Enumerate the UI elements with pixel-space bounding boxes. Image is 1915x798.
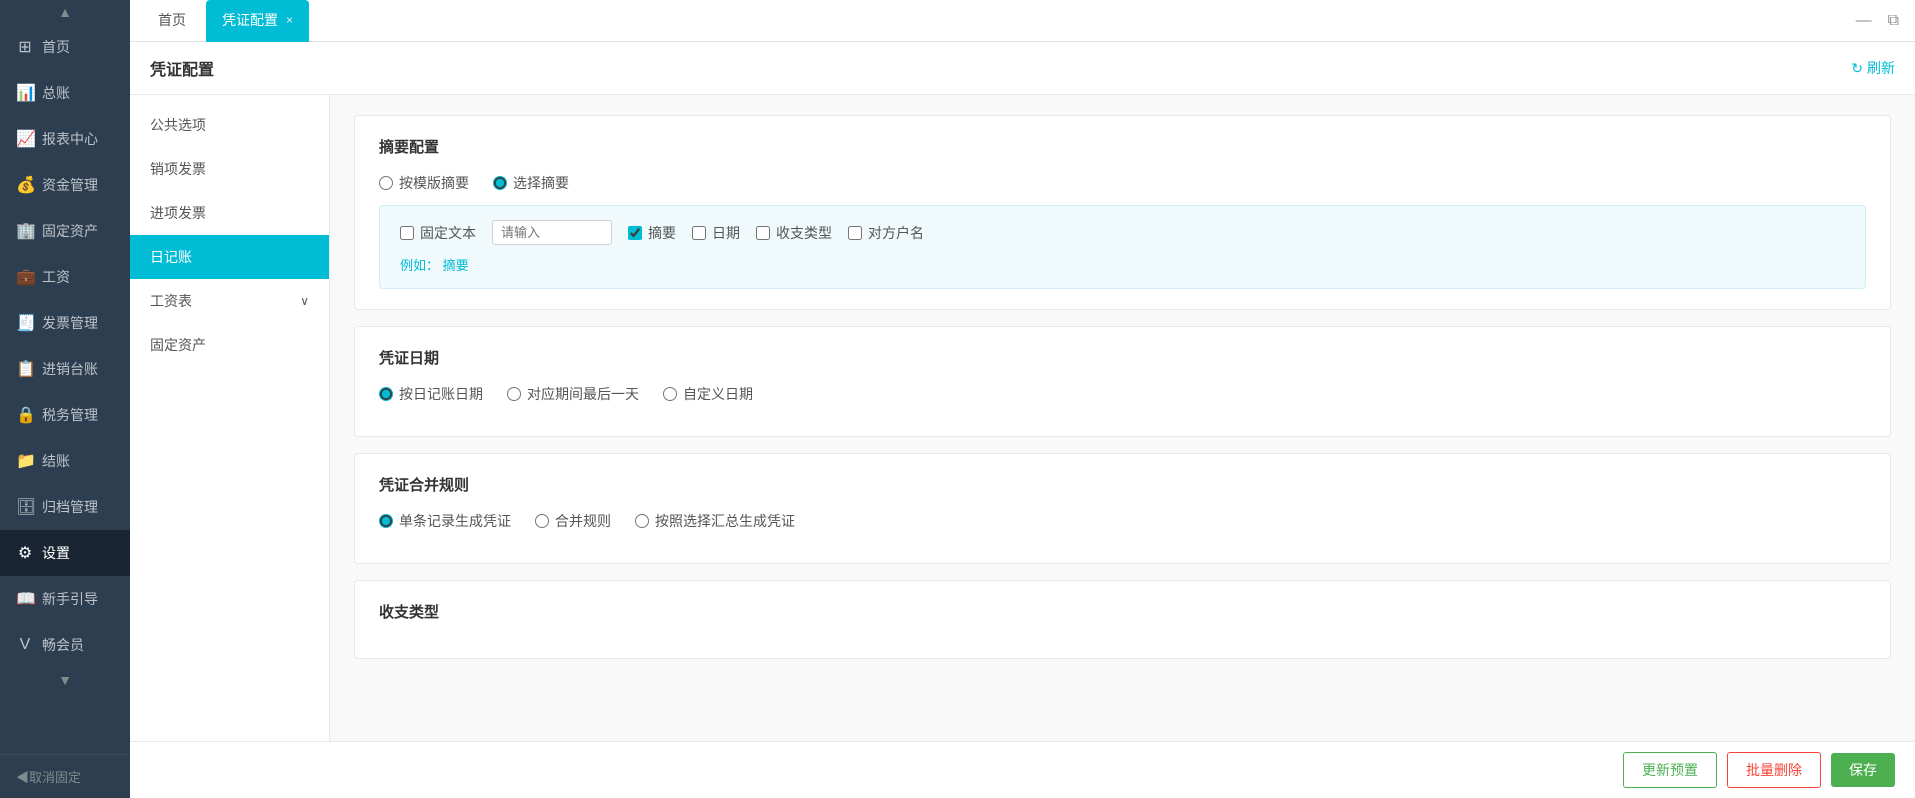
- ledger-icon: 📊: [16, 83, 34, 103]
- left-nav: 公共选项 销项发票 进项发票 日记账 工资表 ∨ 固定资产: [130, 95, 330, 741]
- radio-period-last[interactable]: 对应期间最后一天: [507, 384, 639, 404]
- radio-custom-date-input[interactable]: [663, 387, 677, 401]
- tab-close-icon[interactable]: ×: [286, 13, 293, 27]
- page-title: 凭证配置: [150, 56, 214, 80]
- payroll-icon: 💼: [16, 267, 34, 287]
- radio-select-merge-input[interactable]: [635, 514, 649, 528]
- summary-section-title: 摘要配置: [379, 136, 1866, 157]
- main-area: 首页 凭证配置 × — ⧉ 凭证配置 ↻ 刷新 公共选项 销项发票 进: [130, 0, 1915, 798]
- chevron-down-icon: ∨: [300, 294, 309, 308]
- sidebar-scroll-down[interactable]: ▼: [0, 668, 130, 692]
- sidebar-item-home[interactable]: ⊞ 首页: [0, 24, 130, 70]
- checkbox-summary[interactable]: 摘要: [628, 223, 676, 243]
- checkbox-date[interactable]: 日期: [692, 223, 740, 243]
- sidebar-unpin-button[interactable]: ◀取消固定: [0, 754, 130, 798]
- tab-bar-actions: — ⧉: [1852, 8, 1903, 34]
- tab-bar-minimize-icon[interactable]: —: [1852, 8, 1876, 34]
- merge-section-title: 凭证合并规则: [379, 474, 1866, 495]
- sidebar-item-payroll[interactable]: 💼 工资: [0, 254, 130, 300]
- radio-accounting-date-input[interactable]: [379, 387, 393, 401]
- nav-item-fixed-assets[interactable]: 固定资产: [130, 323, 329, 367]
- fixed-assets-icon: 🏢: [16, 221, 34, 241]
- radio-single[interactable]: 单条记录生成凭证: [379, 511, 511, 531]
- radio-select-summary[interactable]: 选择摘要: [493, 173, 569, 193]
- close-account-icon: 📁: [16, 451, 34, 471]
- date-radio-group: 按日记账日期 对应期间最后一天 自定义日期: [379, 384, 1866, 404]
- sidebar-item-invoice-mgmt[interactable]: 🧾 发票管理: [0, 300, 130, 346]
- sidebar-item-settings[interactable]: ⚙ 设置: [0, 530, 130, 576]
- home-icon: ⊞: [16, 37, 34, 57]
- checkbox-date-input[interactable]: [692, 226, 706, 240]
- save-button[interactable]: 保存: [1831, 753, 1895, 787]
- bottom-bar: 更新预置 批量删除 保存: [130, 741, 1915, 798]
- reports-icon: 📈: [16, 129, 34, 149]
- refresh-button[interactable]: ↻ 刷新: [1851, 58, 1895, 78]
- radio-select-summary-input[interactable]: [493, 176, 507, 190]
- sidebar-item-funds[interactable]: 💰 资金管理: [0, 162, 130, 208]
- sidebar-scroll-up[interactable]: ▲: [0, 0, 130, 24]
- sidebar: ▲ ⊞ 首页 📊 总账 📈 报表中心 💰 资金管理 🏢 固定资产 💼 工资 🧾 …: [0, 0, 130, 798]
- fixed-text-input[interactable]: [492, 220, 612, 245]
- radio-merge[interactable]: 合并规则: [535, 511, 611, 531]
- merge-section: 凭证合并规则 单条记录生成凭证 合并规则 按照选择汇总生成凭证: [354, 453, 1891, 564]
- radio-single-input[interactable]: [379, 514, 393, 528]
- radio-template-summary-input[interactable]: [379, 176, 393, 190]
- nav-item-sales-invoice[interactable]: 销项发票: [130, 147, 329, 191]
- content-body: 公共选项 销项发票 进项发票 日记账 工资表 ∨ 固定资产 摘要配置: [130, 95, 1915, 741]
- tab-voucher-config[interactable]: 凭证配置 ×: [206, 0, 309, 42]
- sidebar-item-purchase-sales[interactable]: 📋 进销台账: [0, 346, 130, 392]
- checkbox-counterpart[interactable]: 对方户名: [848, 223, 924, 243]
- radio-template-summary[interactable]: 按模版摘要: [379, 173, 469, 193]
- nav-item-journal[interactable]: 日记账: [130, 235, 329, 279]
- vip-icon: V: [16, 636, 34, 654]
- tab-home[interactable]: 首页: [142, 0, 202, 42]
- right-content: 摘要配置 按模版摘要 选择摘要 固定文本: [330, 95, 1915, 741]
- invoice-mgmt-icon: 🧾: [16, 313, 34, 333]
- tab-bar: 首页 凭证配置 × — ⧉: [130, 0, 1915, 42]
- nav-item-purchase-invoice[interactable]: 进项发票: [130, 191, 329, 235]
- radio-period-last-input[interactable]: [507, 387, 521, 401]
- sidebar-item-fixed-assets[interactable]: 🏢 固定资产: [0, 208, 130, 254]
- sidebar-item-close-account[interactable]: 📁 结账: [0, 438, 130, 484]
- tax-icon: 🔒: [16, 405, 34, 425]
- sidebar-item-archive[interactable]: 🗄 归档管理: [0, 484, 130, 530]
- nav-item-payroll-table[interactable]: 工资表 ∨: [130, 279, 329, 323]
- summary-example: 例如： 摘要: [400, 255, 1845, 274]
- content-header: 凭证配置 ↻ 刷新: [130, 42, 1915, 95]
- sidebar-item-tax[interactable]: 🔒 税务管理: [0, 392, 130, 438]
- settings-icon: ⚙: [16, 543, 34, 563]
- summary-sub-box: 固定文本 摘要 日期 收支类型: [379, 205, 1866, 289]
- income-section: 收支类型: [354, 580, 1891, 659]
- update-preview-button[interactable]: 更新预置: [1623, 752, 1717, 788]
- summary-section: 摘要配置 按模版摘要 选择摘要 固定文本: [354, 115, 1891, 310]
- sidebar-item-guide[interactable]: 📖 新手引导: [0, 576, 130, 622]
- date-section-title: 凭证日期: [379, 347, 1866, 368]
- purchase-sales-icon: 📋: [16, 359, 34, 379]
- funds-icon: 💰: [16, 175, 34, 195]
- nav-item-public[interactable]: 公共选项: [130, 103, 329, 147]
- tab-bar-restore-icon[interactable]: ⧉: [1884, 8, 1903, 34]
- merge-radio-group: 单条记录生成凭证 合并规则 按照选择汇总生成凭证: [379, 511, 1866, 531]
- sidebar-item-reports[interactable]: 📈 报表中心: [0, 116, 130, 162]
- summary-radio-group: 按模版摘要 选择摘要: [379, 173, 1866, 193]
- archive-icon: 🗄: [16, 497, 34, 517]
- radio-merge-input[interactable]: [535, 514, 549, 528]
- checkbox-fixed-text-input[interactable]: [400, 226, 414, 240]
- checkbox-fixed-text[interactable]: 固定文本: [400, 223, 476, 243]
- checkbox-summary-input[interactable]: [628, 226, 642, 240]
- summary-checkbox-row: 固定文本 摘要 日期 收支类型: [400, 220, 1845, 245]
- radio-custom-date[interactable]: 自定义日期: [663, 384, 753, 404]
- sidebar-item-ledger[interactable]: 📊 总账: [0, 70, 130, 116]
- guide-icon: 📖: [16, 589, 34, 609]
- radio-select-merge[interactable]: 按照选择汇总生成凭证: [635, 511, 795, 531]
- date-section: 凭证日期 按日记账日期 对应期间最后一天 自定义日期: [354, 326, 1891, 437]
- refresh-icon: ↻: [1851, 60, 1863, 77]
- sidebar-item-vip[interactable]: V 畅会员: [0, 622, 130, 668]
- checkbox-pay-type-input[interactable]: [756, 226, 770, 240]
- income-section-title: 收支类型: [379, 601, 1866, 622]
- batch-delete-button[interactable]: 批量删除: [1727, 752, 1821, 788]
- checkbox-counterpart-input[interactable]: [848, 226, 862, 240]
- checkbox-pay-type[interactable]: 收支类型: [756, 223, 832, 243]
- radio-accounting-date[interactable]: 按日记账日期: [379, 384, 483, 404]
